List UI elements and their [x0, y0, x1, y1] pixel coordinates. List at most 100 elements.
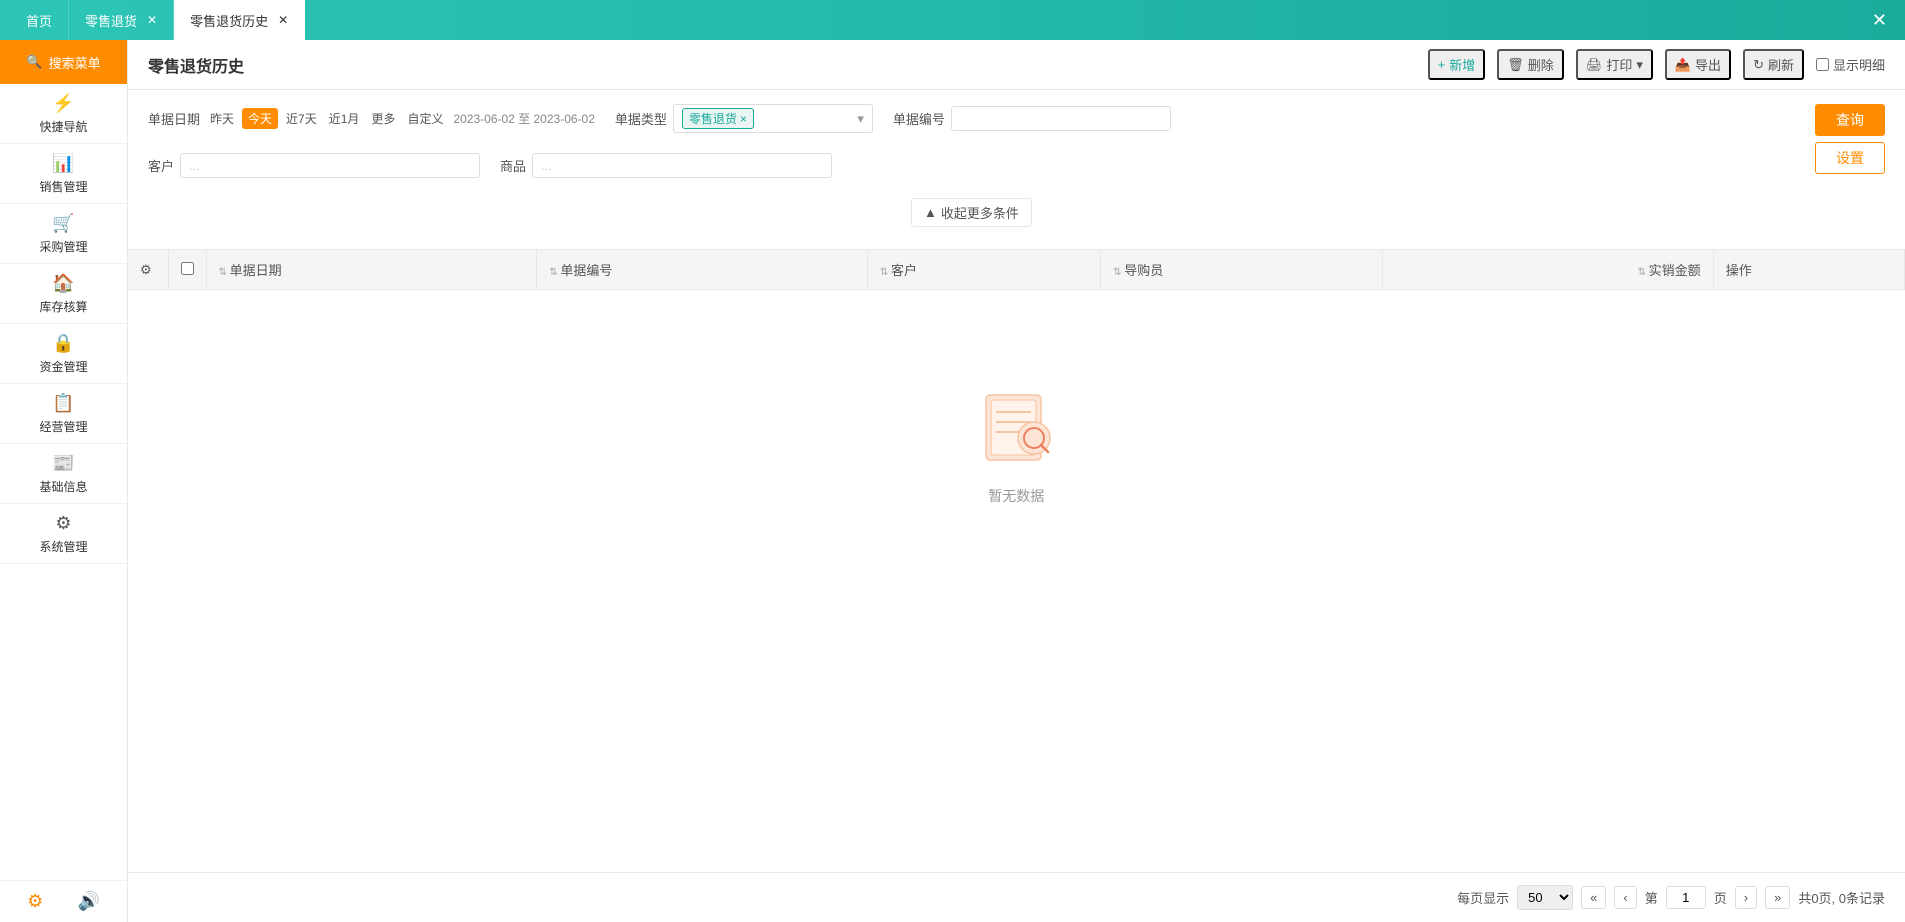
customer-input[interactable] — [180, 153, 480, 178]
print-arrow-icon: ▾ — [1636, 57, 1643, 73]
page-number-input[interactable] — [1666, 886, 1706, 909]
collapse-btn[interactable]: ▲ 收起更多条件 — [911, 198, 1032, 227]
query-settings: 查询 设置 — [1815, 104, 1885, 174]
th-customer-label: 客户 — [891, 263, 917, 278]
date-filter-btns: 昨天 今天 近7天 近1月 更多 自定义 — [206, 108, 447, 129]
last-page-btn[interactable]: » — [1765, 886, 1790, 909]
content-area: 零售退货历史 + 新增 🗑 删除 🖨 打印 ▾ 📤 导出 — [128, 40, 1905, 922]
customer-filter: 客户 — [148, 153, 480, 178]
tab-home[interactable]: 首页 — [10, 0, 69, 40]
query-button[interactable]: 查询 — [1815, 104, 1885, 136]
new-button[interactable]: + 新增 — [1428, 49, 1486, 80]
sidebar-item-finance-mgmt[interactable]: 🔒 资金管理 — [0, 324, 127, 384]
th-customer-sort-icon: ⇅ — [880, 267, 891, 278]
table-container: ⚙ ⇅ 单据日期 ⇅ 单据编号 — [128, 250, 1905, 872]
goods-input[interactable] — [532, 153, 832, 178]
page-size-label: 每页显示 — [1457, 888, 1509, 907]
th-order-no-sort-icon: ⇅ — [549, 267, 560, 278]
refresh-button[interactable]: ↻ 刷新 — [1743, 49, 1804, 80]
print-label: 打印 — [1606, 55, 1632, 74]
tab-retail-return[interactable]: 零售退货 ✕ — [69, 0, 174, 40]
sidebar-item-basic-info[interactable]: 📰 基础信息 — [0, 444, 127, 504]
delete-button[interactable]: 🗑 删除 — [1497, 49, 1564, 80]
th-order-no[interactable]: ⇅ 单据编号 — [537, 250, 868, 290]
sidebar-item-system-mgmt[interactable]: ⚙ 系统管理 — [0, 504, 127, 564]
page-header: 零售退货历史 + 新增 🗑 删除 🖨 打印 ▾ 📤 导出 — [128, 40, 1905, 90]
tab-retail-return-history-close[interactable]: ✕ — [278, 13, 288, 27]
collapse-label: 收起更多条件 — [941, 203, 1019, 222]
sidebar-item-ops-label: 经营管理 — [39, 418, 87, 435]
tab-retail-return-history[interactable]: 零售退货历史 ✕ — [174, 0, 305, 40]
type-filter-label: 单据类型 — [615, 109, 667, 128]
sidebar-item-sales-label: 销售管理 — [39, 178, 87, 195]
table-header: ⚙ ⇅ 单据日期 ⇅ 单据编号 — [128, 250, 1905, 290]
empty-text: 暂无数据 — [988, 486, 1044, 506]
date-1month[interactable]: 近1月 — [325, 108, 364, 129]
delete-label: 删除 — [1528, 55, 1554, 74]
first-page-btn[interactable]: « — [1581, 886, 1606, 909]
prev-page-btn[interactable]: ‹ — [1614, 886, 1636, 909]
select-all-checkbox[interactable] — [181, 262, 194, 275]
goods-label: 商品 — [500, 156, 526, 175]
sidebar-bottom: ⚙ 🔊 — [0, 880, 127, 922]
th-customer[interactable]: ⇅ 客户 — [867, 250, 1100, 290]
tab-retail-return-history-label: 零售退货历史 — [190, 11, 268, 30]
show-detail-label: 显示明细 — [1833, 55, 1885, 74]
export-button[interactable]: 📤 导出 — [1665, 49, 1731, 80]
empty-state-illustration — [966, 370, 1066, 470]
sidebar-item-system-label: 系统管理 — [39, 538, 87, 555]
inventory-icon: 🏠 — [52, 273, 74, 294]
new-icon: + — [1438, 57, 1446, 72]
filter-settings-button[interactable]: 设置 — [1815, 142, 1885, 174]
goods-filter: 商品 — [500, 153, 832, 178]
show-detail-checkbox[interactable] — [1816, 58, 1829, 71]
table-body: 暂无数据 — [128, 290, 1905, 587]
print-button[interactable]: 🖨 打印 ▾ — [1576, 49, 1653, 80]
date-more[interactable]: 更多 — [367, 108, 399, 129]
page-size-select[interactable]: 20 50 100 — [1517, 885, 1573, 910]
sidebar: 🔍 搜索菜单 ⚡ 快捷导航 📊 销售管理 🛒 采购管理 🏠 库存核算 🔒 资金管… — [0, 40, 128, 922]
volume-icon[interactable]: 🔊 — [77, 891, 99, 912]
sidebar-item-quick-nav[interactable]: ⚡ 快捷导航 — [0, 84, 127, 144]
sidebar-item-inventory-label: 库存核算 — [39, 298, 87, 315]
date-7days[interactable]: 近7天 — [282, 108, 321, 129]
page-title: 零售退货历史 — [148, 53, 244, 77]
page-unit: 页 — [1714, 888, 1727, 907]
sidebar-item-ops-mgmt[interactable]: 📋 经营管理 — [0, 384, 127, 444]
finance-icon: 🔒 — [52, 333, 74, 354]
tab-retail-return-close[interactable]: ✕ — [147, 13, 157, 27]
next-page-btn[interactable]: › — [1735, 886, 1757, 909]
sidebar-item-quick-nav-label: 快捷导航 — [39, 118, 87, 135]
tab-retail-return-label: 零售退货 — [85, 11, 137, 30]
type-tag-remove[interactable]: × — [740, 112, 747, 126]
date-yesterday[interactable]: 昨天 — [206, 108, 238, 129]
th-settings[interactable]: ⚙ — [128, 250, 168, 290]
order-no-input[interactable] — [951, 106, 1171, 131]
tab-home-label: 首页 — [26, 11, 52, 30]
type-tag: 零售退货 × — [682, 108, 754, 129]
settings-gear-icon[interactable]: ⚙ — [27, 891, 43, 912]
quick-nav-icon: ⚡ — [52, 93, 74, 114]
type-select[interactable]: 零售退货 × ▾ — [673, 104, 873, 133]
th-guide-sort-icon: ⇅ — [1113, 267, 1124, 278]
empty-state: 暂无数据 — [128, 290, 1905, 586]
filter-cols: 单据日期 昨天 今天 近7天 近1月 更多 自定义 2023-06-02 至 2… — [148, 104, 1795, 243]
system-icon: ⚙ — [55, 513, 71, 534]
filter-row-2: 客户 商品 — [148, 153, 1795, 178]
sidebar-item-sales-mgmt[interactable]: 📊 销售管理 — [0, 144, 127, 204]
date-today[interactable]: 今天 — [242, 108, 278, 129]
delete-icon: 🗑 — [1507, 57, 1524, 73]
th-date-sort-icon: ⇅ — [219, 267, 230, 278]
sidebar-item-purchase-mgmt[interactable]: 🛒 采购管理 — [0, 204, 127, 264]
th-guide[interactable]: ⇅ 导购员 — [1101, 250, 1383, 290]
sidebar-item-inventory[interactable]: 🏠 库存核算 — [0, 264, 127, 324]
customer-label: 客户 — [148, 156, 174, 175]
th-amount[interactable]: ⇅ 实销金额 — [1383, 250, 1714, 290]
window-close-btn[interactable]: ✕ — [1864, 10, 1895, 31]
sidebar-search[interactable]: 🔍 搜索菜单 — [0, 40, 127, 84]
th-date[interactable]: ⇅ 单据日期 — [206, 250, 537, 290]
column-settings-icon[interactable]: ⚙ — [140, 262, 152, 277]
date-custom[interactable]: 自定义 — [403, 108, 447, 129]
sidebar-item-finance-label: 资金管理 — [39, 358, 87, 375]
data-table: ⚙ ⇅ 单据日期 ⇅ 单据编号 — [128, 250, 1905, 586]
